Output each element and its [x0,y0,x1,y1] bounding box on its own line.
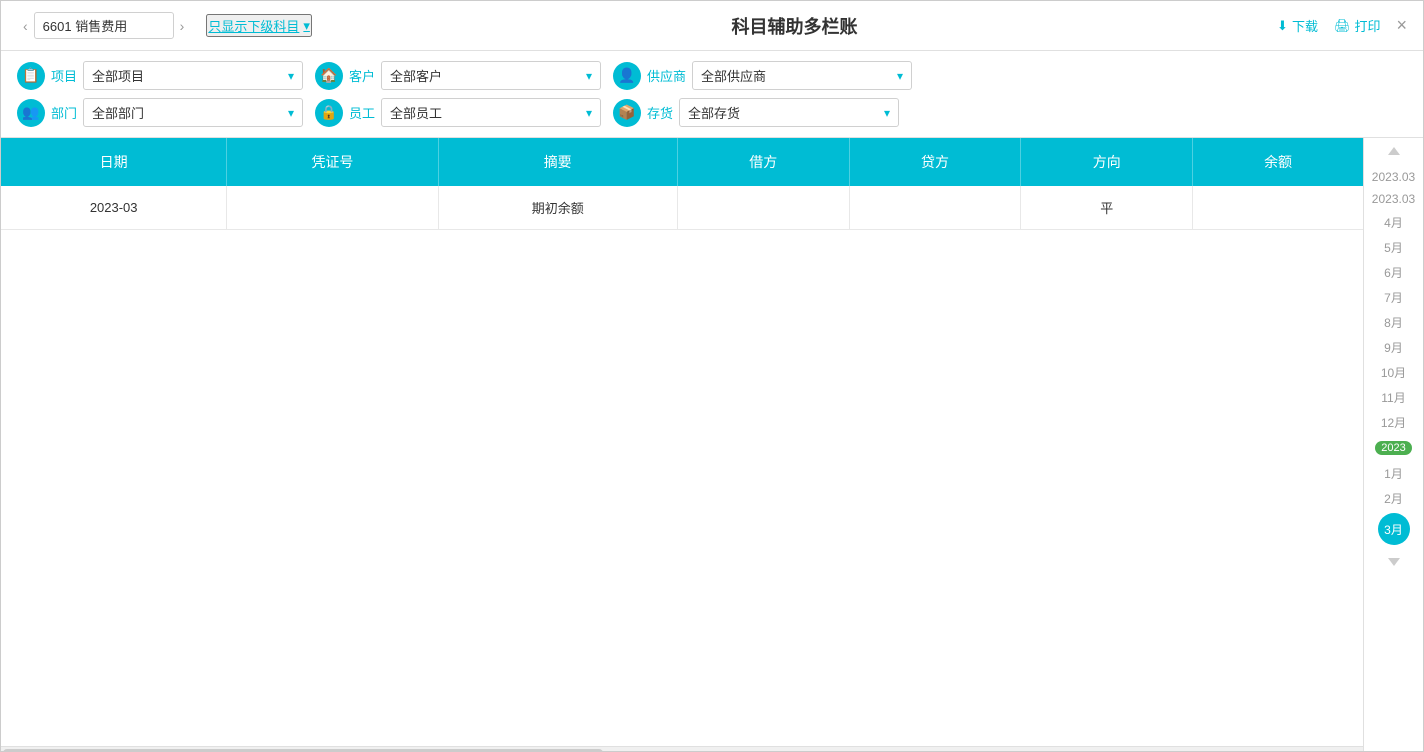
panel-month-9[interactable]: 9月 [1364,335,1423,360]
nav-prev-button[interactable]: ‹ [17,16,34,36]
panel-month-8[interactable]: 8月 [1364,310,1423,335]
panel-month-3-container: 3月 [1378,511,1410,547]
print-label: 打印 [1354,16,1380,35]
panel-month-12[interactable]: 12月 [1364,410,1423,435]
employee-icon: 🔒 [315,99,343,127]
download-button[interactable]: ⬇ 下载 [1277,16,1318,35]
employee-label: 员工 [349,103,375,122]
panel-month-5[interactable]: 5月 [1364,235,1423,260]
account-code-box: 6601 销售费用 [34,12,174,39]
table-body: 2023-03 期初余额 平 [1,186,1363,230]
project-arrow: ▾ [288,69,294,83]
inventory-icon: 📦 [613,99,641,127]
year-badge-container: 2023 [1375,435,1411,461]
employee-arrow: ▾ [586,106,592,120]
show-sub-button[interactable]: 只显示下级科目 ▾ [206,14,312,37]
col-direction: 方向 [1021,138,1193,186]
horizontal-scrollbar[interactable] [1,746,1363,752]
col-debit: 借方 [677,138,849,186]
project-label: 项目 [51,66,77,85]
dept-arrow: ▾ [288,106,294,120]
cell-summary: 期初余额 [438,186,677,230]
supplier-icon: 👤 [613,62,641,90]
filter-item-customer: 🏠 客户 全部客户 ▾ [315,61,601,90]
cell-voucher [227,186,438,230]
filter-row-1: 📋 项目 全部项目 ▾ 🏠 客户 全部客户 ▾ 👤 供应商 全部供应 [17,61,1407,90]
dept-value: 全部部门 [92,103,144,122]
toolbar-buttons: ⬇ 下载 🖨 打印 [1277,16,1380,35]
supplier-value: 全部供应商 [701,66,766,85]
cell-credit [849,186,1021,230]
panel-month-1[interactable]: 1月 [1364,461,1423,486]
close-button[interactable]: × [1396,15,1407,36]
customer-value: 全部客户 [390,66,442,85]
main-window: ‹ 6601 销售费用 › 只显示下级科目 ▾ 科目辅助多栏账 ⬇ 下载 🖨 打… [0,0,1424,752]
panel-month-2023-03-top2[interactable]: 2023.03 [1364,188,1423,210]
panel-month-3-active[interactable]: 3月 [1378,513,1410,545]
page-title: 科目辅助多栏账 [312,13,1277,39]
col-summary: 摘要 [438,138,677,186]
dept-icon: 👥 [17,99,45,127]
employee-select[interactable]: 全部员工 ▾ [381,98,601,127]
nav-next-button[interactable]: › [174,16,191,36]
dept-label: 部门 [51,103,77,122]
supplier-select[interactable]: 全部供应商 ▾ [692,61,912,90]
panel-month-6[interactable]: 6月 [1364,260,1423,285]
dept-select[interactable]: 全部部门 ▾ [83,98,303,127]
panel-month-2023-03-top1[interactable]: 2023.03 [1364,166,1423,188]
inventory-label: 存货 [647,103,673,122]
col-credit: 贷方 [849,138,1021,186]
inventory-arrow: ▾ [884,106,890,120]
download-label: 下载 [1292,16,1318,35]
scroll-up-button[interactable] [1364,138,1423,166]
filter-item-inventory: 📦 存货 全部存货 ▾ [613,98,899,127]
download-icon: ⬇ [1277,18,1288,34]
customer-label: 客户 [349,66,375,85]
account-code-label: 6601 销售费用 [43,16,128,35]
customer-icon: 🏠 [315,62,343,90]
main-content: 日期 凭证号 摘要 借方 贷方 方向 余额 2023-03 [1,138,1423,752]
panel-month-11[interactable]: 11月 [1364,385,1423,410]
project-select[interactable]: 全部项目 ▾ [83,61,303,90]
show-sub-arrow: ▾ [303,18,310,34]
filter-item-project: 📋 项目 全部项目 ▾ [17,61,303,90]
filter-row-2: 👥 部门 全部部门 ▾ 🔒 员工 全部员工 ▾ 📦 存货 全部存货 [17,98,1407,127]
right-panel: 2023.03 2023.03 4月 5月 6月 7月 8月 9月 10月 11… [1363,138,1423,752]
panel-month-2[interactable]: 2月 [1364,486,1423,511]
print-icon: 🖨 [1334,18,1351,34]
table-row: 2023-03 期初余额 平 [1,186,1363,230]
table-area: 日期 凭证号 摘要 借方 贷方 方向 余额 2023-03 [1,138,1363,752]
print-button[interactable]: 🖨 打印 [1334,16,1381,35]
filter-item-supplier: 👤 供应商 全部供应商 ▾ [613,61,912,90]
cell-balance [1193,186,1363,230]
cell-date: 2023-03 [1,186,227,230]
filter-area: 📋 项目 全部项目 ▾ 🏠 客户 全部客户 ▾ 👤 供应商 全部供应 [1,51,1423,138]
year-badge: 2023 [1375,441,1411,455]
col-voucher: 凭证号 [227,138,438,186]
col-date: 日期 [1,138,227,186]
col-balance: 余额 [1193,138,1363,186]
panel-month-10[interactable]: 10月 [1364,360,1423,385]
project-value: 全部项目 [92,66,144,85]
inventory-select[interactable]: 全部存货 ▾ [679,98,899,127]
inventory-value: 全部存货 [688,103,740,122]
filter-item-employee: 🔒 员工 全部员工 ▾ [315,98,601,127]
customer-select[interactable]: 全部客户 ▾ [381,61,601,90]
show-sub-label: 只显示下级科目 [208,16,299,35]
customer-arrow: ▾ [586,69,592,83]
panel-month-7[interactable]: 7月 [1364,285,1423,310]
cell-debit [677,186,849,230]
supplier-label: 供应商 [647,66,686,85]
project-icon: 📋 [17,62,45,90]
employee-value: 全部员工 [390,103,442,122]
data-table: 日期 凭证号 摘要 借方 贷方 方向 余额 2023-03 [1,138,1363,230]
scroll-down-button[interactable] [1364,547,1423,575]
supplier-arrow: ▾ [897,69,903,83]
panel-month-4[interactable]: 4月 [1364,210,1423,235]
table-header: 日期 凭证号 摘要 借方 贷方 方向 余额 [1,138,1363,186]
filter-item-dept: 👥 部门 全部部门 ▾ [17,98,303,127]
table-container[interactable]: 日期 凭证号 摘要 借方 贷方 方向 余额 2023-03 [1,138,1363,746]
cell-direction: 平 [1021,186,1193,230]
top-bar: ‹ 6601 销售费用 › 只显示下级科目 ▾ 科目辅助多栏账 ⬇ 下载 🖨 打… [1,1,1423,51]
